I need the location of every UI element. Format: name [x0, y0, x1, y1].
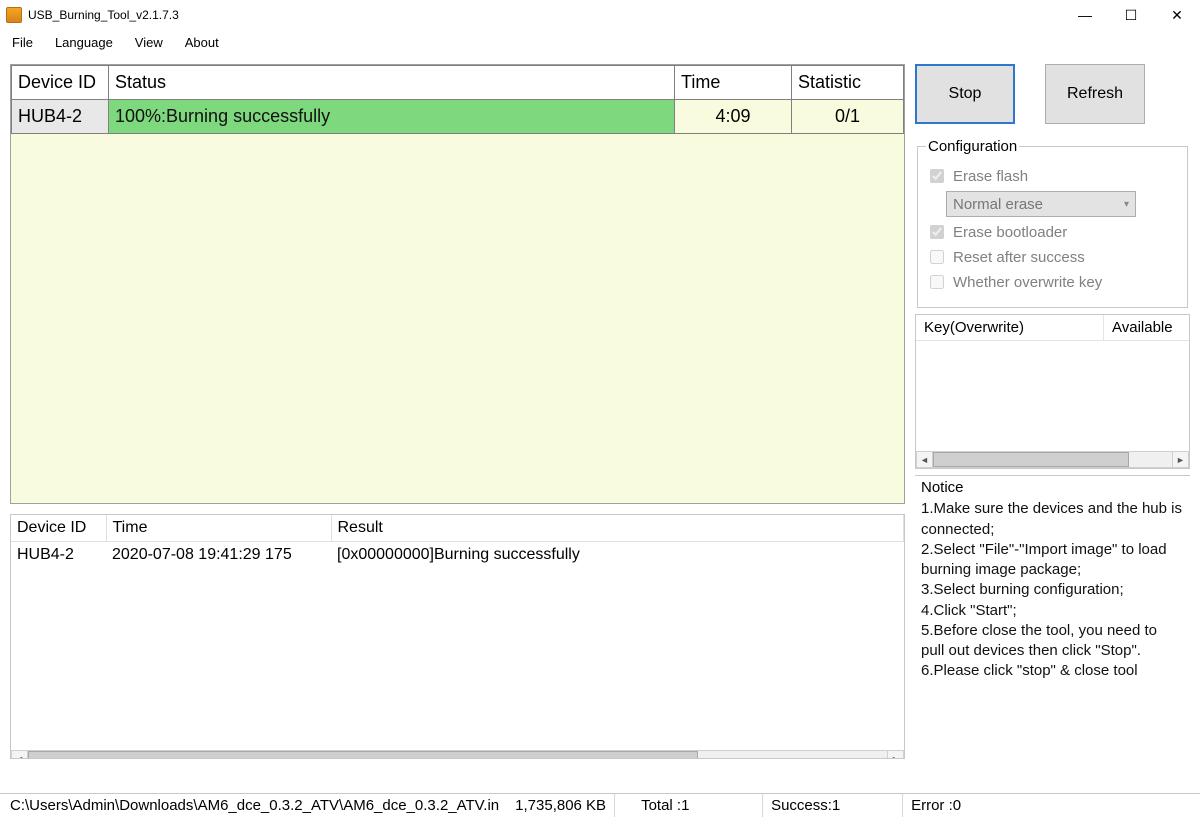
menu-about[interactable]: About	[175, 33, 229, 52]
notice-line: 1.Make sure the devices and the hub is c…	[921, 499, 1184, 540]
erase-flash-checkbox[interactable]	[930, 169, 944, 183]
overwrite-key-label: Whether overwrite key	[953, 274, 1102, 291]
notice-line: 2.Select "File"-"Import image" to load b…	[921, 540, 1184, 581]
status-path: C:\Users\Admin\Downloads\AM6_dce_0.3.2_A…	[2, 794, 507, 817]
erase-bootloader-checkbox[interactable]	[930, 225, 944, 239]
device-cell-status: 100%:Burning successfully	[109, 100, 675, 134]
key-panel: Key(Overwrite) Available ◄ ►	[915, 314, 1190, 469]
log-header-result[interactable]: Result	[331, 515, 904, 542]
reset-after-checkbox[interactable]	[930, 250, 944, 264]
log-hscrollbar[interactable]: ◄ ►	[11, 750, 904, 759]
refresh-button[interactable]: Refresh	[1045, 64, 1145, 124]
device-header-id[interactable]: Device ID	[12, 66, 109, 100]
window-title: USB_Burning_Tool_v2.1.7.3	[28, 8, 179, 22]
close-button[interactable]: ✕	[1154, 0, 1200, 30]
minimize-button[interactable]: —	[1062, 0, 1108, 30]
notice-panel: Notice 1.Make sure the devices and the h…	[915, 475, 1190, 793]
stop-button[interactable]: Stop	[915, 64, 1015, 124]
status-error: Error :0	[903, 794, 1043, 817]
key-header-available[interactable]: Available	[1104, 315, 1189, 340]
device-cell-stat: 0/1	[792, 100, 904, 134]
menu-language[interactable]: Language	[45, 33, 123, 52]
scroll-right-icon[interactable]: ►	[887, 750, 904, 759]
device-table: Device ID Status Time Statistic HUB4-2 1…	[10, 64, 905, 504]
scroll-left-icon[interactable]: ◄	[916, 451, 933, 468]
overwrite-key-checkbox[interactable]	[930, 275, 944, 289]
log-cell-result: [0x00000000]Burning successfully	[331, 542, 904, 569]
log-cell-id: HUB4-2	[11, 542, 106, 569]
device-cell-time: 4:09	[675, 100, 792, 134]
status-size: 1,735,806 KB	[507, 794, 615, 817]
menu-file[interactable]: File	[2, 33, 43, 52]
device-header-status[interactable]: Status	[109, 66, 675, 100]
device-header-stat[interactable]: Statistic	[792, 66, 904, 100]
chevron-down-icon: ▾	[1124, 199, 1129, 210]
key-hscrollbar[interactable]: ◄ ►	[916, 451, 1189, 468]
status-total: Total :1	[633, 794, 763, 817]
device-cell-id: HUB4-2	[12, 100, 109, 134]
erase-mode-select[interactable]: Normal erase ▾	[946, 191, 1136, 217]
log-table: Device ID Time Result HUB4-2 2020-07-08 …	[10, 514, 905, 759]
menu-view[interactable]: View	[125, 33, 173, 52]
notice-line: 6.Please click "stop" & close tool	[921, 661, 1184, 681]
erase-bootloader-label: Erase bootloader	[953, 224, 1067, 241]
log-header-id[interactable]: Device ID	[11, 515, 106, 542]
notice-title: Notice	[921, 478, 1184, 498]
menubar: File Language View About	[0, 30, 1200, 54]
configuration-legend: Configuration	[926, 138, 1019, 155]
log-header-time[interactable]: Time	[106, 515, 331, 542]
key-header-name[interactable]: Key(Overwrite)	[916, 315, 1104, 340]
scroll-left-icon[interactable]: ◄	[11, 750, 28, 759]
configuration-panel: Configuration Erase flash Normal erase ▾…	[917, 138, 1188, 308]
titlebar: USB_Burning_Tool_v2.1.7.3 — ☐ ✕	[0, 0, 1200, 30]
notice-line: 5.Before close the tool, you need to pul…	[921, 621, 1184, 662]
scroll-right-icon[interactable]: ►	[1172, 451, 1189, 468]
reset-after-label: Reset after success	[953, 249, 1085, 266]
statusbar: C:\Users\Admin\Downloads\AM6_dce_0.3.2_A…	[0, 793, 1200, 817]
notice-line: 3.Select burning configuration;	[921, 580, 1184, 600]
erase-flash-label: Erase flash	[953, 168, 1028, 185]
log-row[interactable]: HUB4-2 2020-07-08 19:41:29 175 [0x000000…	[11, 542, 904, 569]
erase-mode-value: Normal erase	[953, 196, 1043, 213]
device-row[interactable]: HUB4-2 100%:Burning successfully 4:09 0/…	[12, 100, 904, 134]
app-icon	[6, 7, 22, 23]
maximize-button[interactable]: ☐	[1108, 0, 1154, 30]
status-success: Success:1	[763, 794, 903, 817]
notice-line: 4.Click "Start";	[921, 601, 1184, 621]
log-cell-time: 2020-07-08 19:41:29 175	[106, 542, 331, 569]
device-header-time[interactable]: Time	[675, 66, 792, 100]
